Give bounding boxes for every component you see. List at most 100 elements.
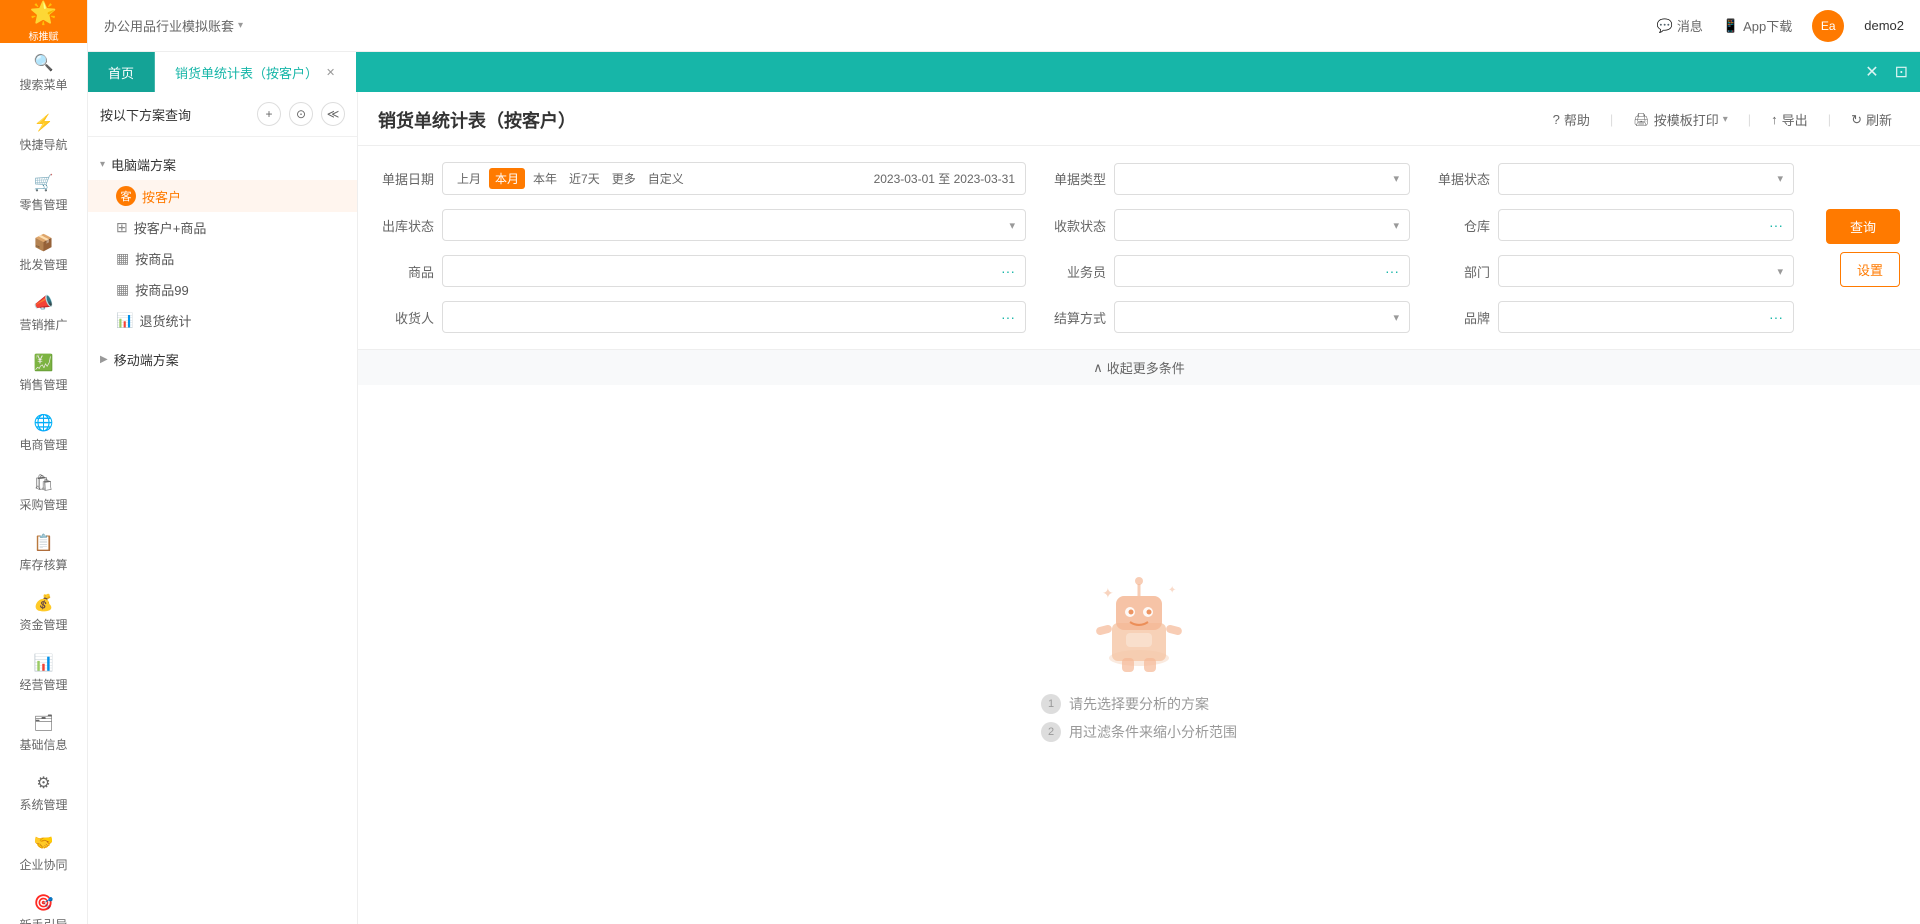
collapse-btn[interactable]: ∧ 收起更多条件 [1093,358,1185,377]
receiver-input[interactable]: ··· [442,301,1026,333]
refresh-btn[interactable]: ↻ 刷新 [1843,106,1900,133]
warehouse-ellipsis[interactable]: ··· [1769,217,1783,233]
filter-item-doc-type: 单据类型 ▾ [1050,163,1410,195]
sidebar-item-search[interactable]: 🔍 搜索菜单 [0,43,88,103]
goods-input[interactable]: ··· [442,255,1026,287]
svg-text:✦: ✦ [1102,585,1114,601]
sidebar-item-newbie[interactable]: 🎯 新手引导 [0,883,88,924]
tree-item-customer-goods[interactable]: ⊞ 按客户+商品 [88,212,357,243]
salesman-input[interactable]: ··· [1114,255,1410,287]
collapse-panel-btn[interactable]: ≪ [321,102,345,126]
date-tab-lastmonth[interactable]: 上月 [453,169,485,188]
tree-group-desktop-header[interactable]: ▾ 电脑端方案 [88,149,357,180]
tree-group-mobile-label: 移动端方案 [114,350,179,369]
left-panel-tools: + ⊙ ≪ [257,102,345,126]
message-action[interactable]: 💬 消息 [1657,16,1703,35]
date-picker[interactable]: 上月 本月 本年 近7天 更多 自定义 2023-03-01 至 2023-03… [442,162,1026,195]
tree-item-by-goods-99[interactable]: ▦ 按商品99 [88,274,357,305]
print-btn[interactable]: 🖨 按模板打印 ▾ [1625,106,1736,133]
receiver-ellipsis[interactable]: ··· [1001,309,1015,325]
tab-bar: 首页 销货单统计表（按客户） ✕ ✕ ⊡ [88,52,1920,92]
tip-text-2: 用过滤条件来缩小分析范围 [1069,722,1237,742]
brand-ellipsis[interactable]: ··· [1769,309,1783,325]
doc-type-select[interactable]: ▾ [1114,163,1410,195]
message-icon: 💬 [1657,18,1673,34]
purchase-icon: 🛍 [5,473,83,493]
operations-icon: 📊 [5,653,83,673]
warehouse-select[interactable]: ··· [1498,209,1794,241]
salesman-ellipsis[interactable]: ··· [1385,263,1399,279]
page-title-row: 销货单统计表（按客户） ? 帮助 | 🖨 按模板打印 ▾ | [378,106,1900,133]
outstock-select[interactable]: ▾ [442,209,1026,241]
date-tab-custom[interactable]: 自定义 [644,169,688,188]
edit-scheme-btn[interactable]: ⊙ [289,102,313,126]
add-scheme-btn[interactable]: + [257,102,281,126]
dept-select[interactable]: ▾ [1498,255,1794,287]
tab-close-btn[interactable]: ✕ [326,66,335,79]
tree-item-by-customer-label: 按客户 [142,187,181,206]
help-icon: ? [1553,112,1560,127]
sidebar-item-marketing[interactable]: 📣 营销推广 [0,283,88,343]
tab-restore-btn[interactable]: ⊡ [1891,58,1912,86]
payment-chevron: ▾ [1393,219,1399,232]
receiver-label: 收货人 [378,308,434,327]
export-btn[interactable]: ↑ 导出 [1763,106,1816,133]
filter-item-outstock: 出库状态 ▾ [378,209,1026,241]
empty-state: ✦ ✦ 1 请先选择要分析的方案 2 用过滤条件来缩小分析范围 [358,385,1920,924]
print-icon: 🖨 [1633,112,1650,128]
sidebar-item-basic[interactable]: 🗂 基础信息 [0,703,88,763]
doc-status-select[interactable]: ▾ [1498,163,1794,195]
user-name[interactable]: demo2 [1864,18,1904,33]
tip-text-1: 请先选择要分析的方案 [1069,694,1209,714]
dept-chevron: ▾ [1777,265,1783,278]
sidebar-item-ecommerce[interactable]: 🌐 电商管理 [0,403,88,463]
sidebar-item-purchase[interactable]: 🛍 采购管理 [0,463,88,523]
nav-title[interactable]: 办公用品行业模拟账套 ▾ [104,16,243,35]
tree-item-return-stat[interactable]: 📊 退货统计 [88,305,357,336]
filter-item-brand: 品牌 ··· [1434,301,1794,333]
collapse-icon: ∧ [1093,360,1103,376]
tree-item-by-goods[interactable]: ▦ 按商品 [88,243,357,274]
inventory-icon: 📋 [5,533,83,553]
sidebar-item-sales[interactable]: 💹 销售管理 [0,343,88,403]
sidebar-item-quicknav[interactable]: ⚡ 快捷导航 [0,103,88,163]
sidebar-logo[interactable]: 🌟 标推赋 [0,0,88,43]
export-label: 导出 [1782,110,1808,129]
sidebar-item-enterprise[interactable]: 🤝 企业协同 [0,823,88,883]
tab-home[interactable]: 首页 [88,52,155,92]
sidebar-item-retail[interactable]: 🛒 零售管理 [0,163,88,223]
user-avatar[interactable]: Ea [1812,10,1844,42]
quicknav-icon: ⚡ [5,113,83,133]
empty-tip-1: 1 请先选择要分析的方案 [1041,694,1237,714]
tab-sales-stat[interactable]: 销货单统计表（按客户） ✕ [155,52,356,92]
filter-item-warehouse: 仓库 ··· [1434,209,1794,241]
tree-group-mobile-header[interactable]: ▶ 移动端方案 [88,344,357,375]
sidebar-item-inventory[interactable]: 📋 库存核算 [0,523,88,583]
help-btn[interactable]: ? 帮助 [1545,106,1598,133]
nav-title-text: 办公用品行业模拟账套 [104,16,234,35]
date-tab-thisyear[interactable]: 本年 [529,169,561,188]
sidebar-item-wholesale[interactable]: 📦 批发管理 [0,223,88,283]
newbie-icon: 🎯 [5,893,83,913]
brand-input[interactable]: ··· [1498,301,1794,333]
goods-ellipsis[interactable]: ··· [1001,263,1015,279]
sidebar-item-system[interactable]: ⚙ 系统管理 [0,763,88,823]
download-label: App下载 [1743,16,1792,35]
payment-select[interactable]: ▾ [1114,209,1410,241]
search-icon: 🔍 [5,53,83,73]
sidebar-item-operations[interactable]: 📊 经营管理 [0,643,88,703]
tree-item-by-customer[interactable]: 客 按客户 [88,180,357,212]
query-button[interactable]: 查询 [1826,209,1900,244]
settings-button[interactable]: 设置 [1840,252,1900,287]
warehouse-label: 仓库 [1434,216,1490,235]
tab-close-all-btn[interactable]: ✕ [1861,58,1882,86]
app-download-action[interactable]: 📱 App下载 [1723,16,1792,35]
sidebar-item-finance[interactable]: 💰 资金管理 [0,583,88,643]
right-panel: 销货单统计表（按客户） ? 帮助 | 🖨 按模板打印 ▾ | [358,92,1920,924]
date-tab-7days[interactable]: 近7天 [565,169,604,188]
date-range-display: 2023-03-01 至 2023-03-31 [874,170,1015,187]
help-label: 帮助 [1564,110,1590,129]
date-tab-thismonth[interactable]: 本月 [489,168,525,189]
payment-method-select[interactable]: ▾ [1114,301,1410,333]
date-tab-more[interactable]: 更多 [608,169,640,188]
